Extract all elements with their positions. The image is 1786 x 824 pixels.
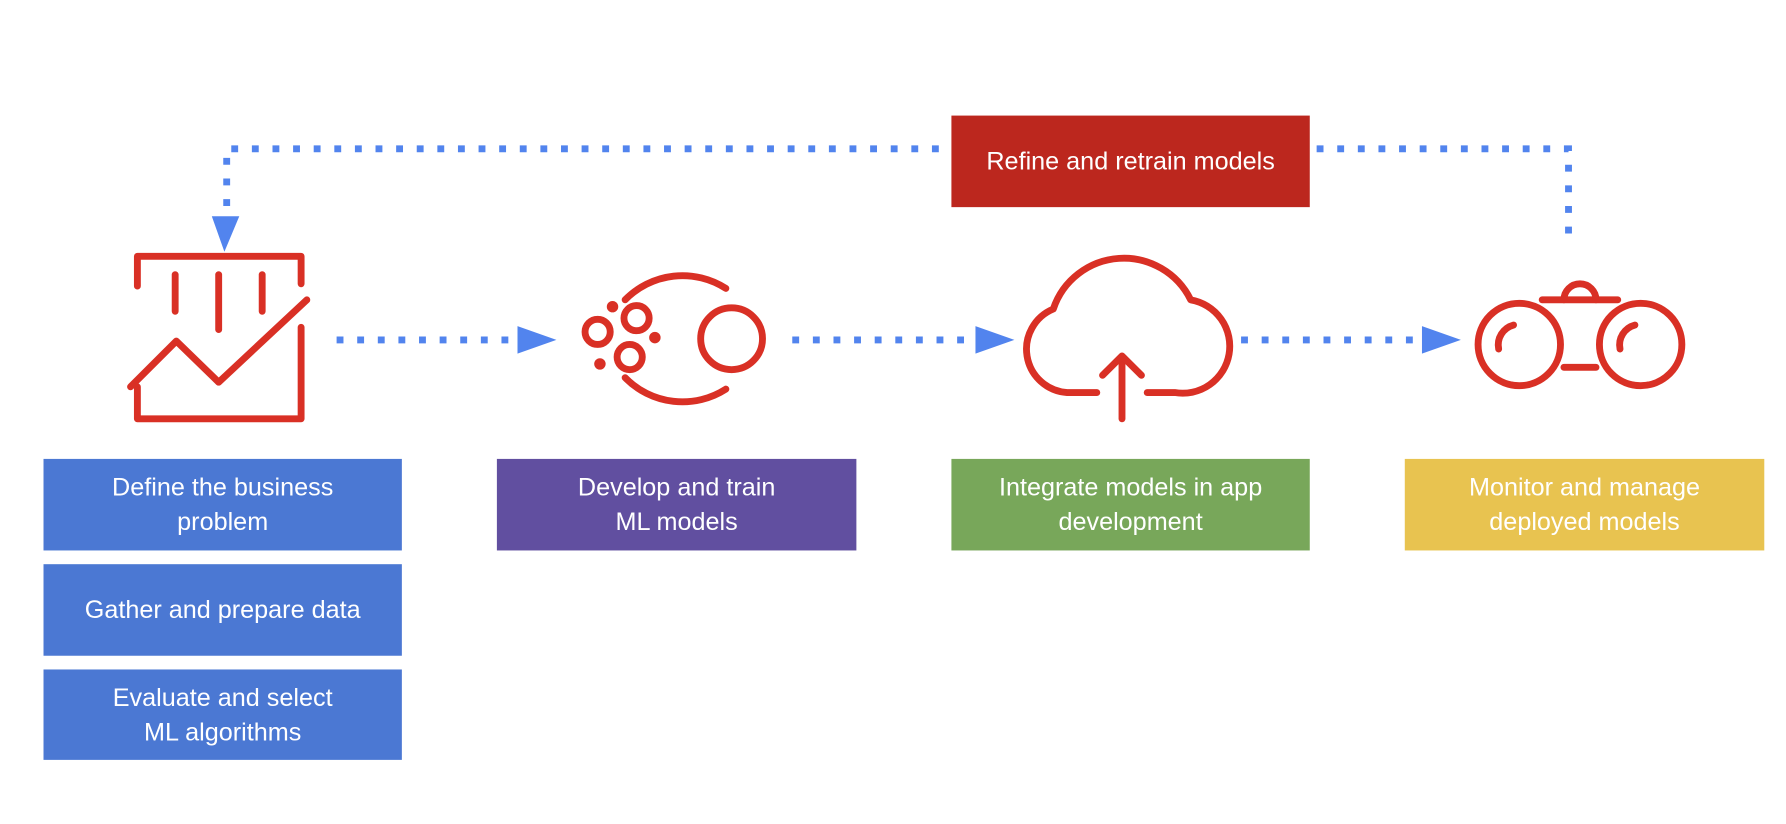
refine-retrain-label: Refine and retrain models [986, 146, 1275, 176]
step-label: Integrate models in app development [998, 472, 1263, 536]
step-label: Monitor and manage deployed models [1469, 472, 1701, 536]
refine-retrain-box: Refine and retrain models [951, 115, 1310, 208]
feedback-line-right [1316, 145, 1572, 243]
step-evaluate-select-algorithms: Evaluate and select ML algorithms [43, 669, 402, 760]
binoculars-icon [1474, 280, 1686, 390]
step-label: Evaluate and select ML algorithms [112, 682, 333, 746]
step-label: Gather and prepare data [84, 595, 361, 624]
step-label: Develop and train ML models [577, 472, 776, 536]
chart-trend-icon [127, 252, 311, 423]
step-integrate-models: Integrate models in app development [951, 458, 1310, 551]
flow-arrowhead-2 [975, 326, 1015, 354]
feedback-arrowhead [211, 216, 240, 252]
flow-arrowhead-3 [1421, 326, 1461, 354]
cloud-upload-icon [1023, 254, 1234, 423]
step-label: Define the business problem [112, 472, 334, 536]
step-monitor-manage-models: Monitor and manage deployed models [1404, 458, 1765, 551]
step-gather-prepare-data: Gather and prepare data [43, 564, 402, 656]
ml-cells-icon [581, 272, 766, 406]
ml-workflow-diagram: Refine and retrain models Define the bus… [0, 0, 1786, 824]
feedback-loop-connector [223, 145, 1572, 243]
flow-arrowhead-1 [517, 326, 557, 354]
feedback-line-left [223, 145, 939, 216]
step-define-business-problem: Define the business problem [43, 458, 402, 551]
step-develop-train-models: Develop and train ML models [496, 458, 857, 551]
